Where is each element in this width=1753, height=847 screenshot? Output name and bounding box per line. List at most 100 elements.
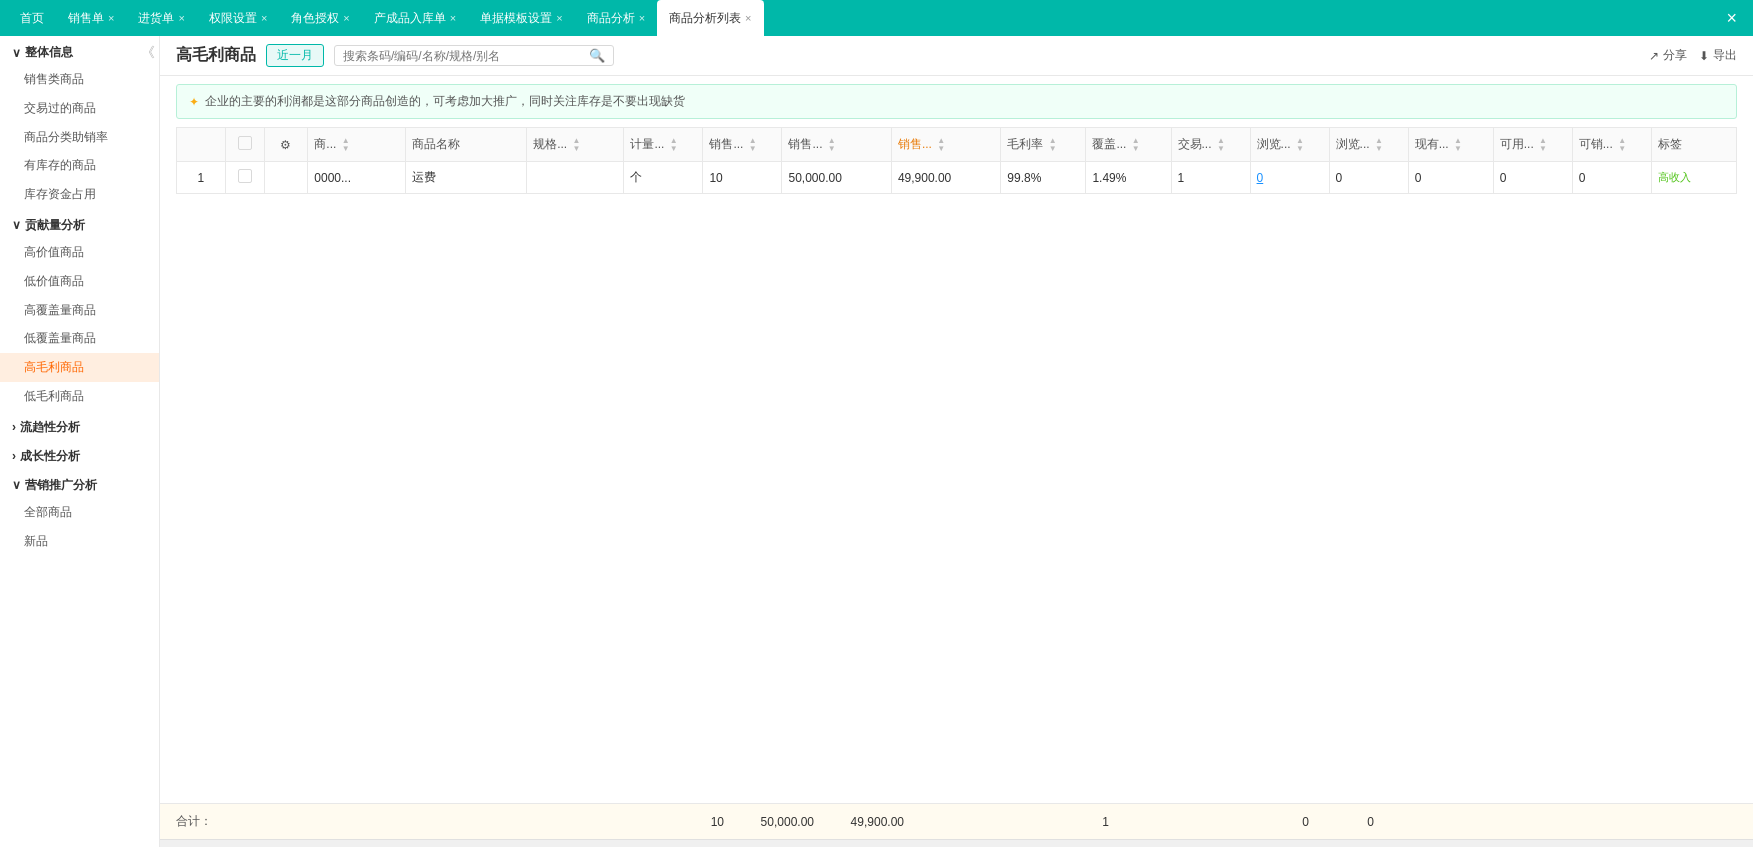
cell-check[interactable] (225, 162, 264, 194)
sidebar-group-marketing[interactable]: ∨ 营销推广分析 (0, 469, 159, 498)
cell-sales-amt: 50,000.00 (782, 162, 891, 194)
footer-code (340, 815, 420, 829)
close-template-tab[interactable]: × (556, 12, 562, 24)
nav-tab-permission[interactable]: 权限设置 × (197, 0, 279, 36)
sort-icon-browse1: ▲▼ (1296, 137, 1304, 153)
sidebar-group-trend[interactable]: › 流趋性分析 (0, 411, 159, 440)
chevron-down-icon-2: ∨ (12, 218, 21, 232)
search-input[interactable] (343, 49, 585, 63)
sort-icon-sales-cost: ▲▼ (937, 137, 945, 153)
col-header-num (177, 128, 226, 162)
nav-tab-goods-analysis[interactable]: 商品分析 × (575, 0, 657, 36)
sidebar-item-low-coverage[interactable]: 低覆盖量商品 (0, 324, 159, 353)
close-permission-tab[interactable]: × (261, 12, 267, 24)
horizontal-scrollbar[interactable] (160, 839, 1753, 847)
sidebar-item-high-margin[interactable]: 高毛利商品 (0, 353, 159, 382)
sidebar-collapse-button[interactable]: 《 (141, 44, 155, 62)
sort-icon-sellable: ▲▼ (1618, 137, 1626, 153)
nav-tab-goods-analysis-list[interactable]: 商品分析列表 × (657, 0, 763, 36)
sidebar-item-all-goods[interactable]: 全部商品 (0, 498, 159, 527)
footer-name (420, 815, 520, 829)
table-row: 1 0000... 运费 个 10 50,000.00 49,900.00 99… (177, 162, 1737, 194)
cell-current: 0 (1408, 162, 1493, 194)
col-header-qty[interactable]: 销售... ▲▼ (703, 128, 782, 162)
cell-browse1[interactable]: 0 (1250, 162, 1329, 194)
sidebar-item-sales-goods[interactable]: 销售类商品 (0, 65, 159, 94)
sidebar-item-low-margin[interactable]: 低毛利商品 (0, 382, 159, 411)
sort-icon-trade: ▲▼ (1217, 137, 1225, 153)
select-all-checkbox[interactable] (238, 136, 252, 150)
nav-tab-home[interactable]: 首页 (8, 0, 56, 36)
footer-gross-rate (910, 815, 980, 829)
sort-icon-cover: ▲▼ (1132, 137, 1140, 153)
sidebar-group-contribution[interactable]: ∨ 贡献量分析 (0, 209, 159, 238)
footer-qty: 10 (665, 815, 730, 829)
search-icon[interactable]: 🔍 (589, 48, 605, 63)
col-header-browse1[interactable]: 浏览... ▲▼ (1250, 128, 1329, 162)
filter-recent-month-button[interactable]: 近一月 (266, 44, 324, 67)
cell-name: 运费 (405, 162, 527, 194)
col-header-current[interactable]: 现有... ▲▼ (1408, 128, 1493, 162)
main-layout: 《 ∨ 整体信息 销售类商品 交易过的商品 商品分类助销率 有库存的商品 库存资… (0, 36, 1753, 847)
col-header-settings[interactable]: ⚙ (264, 128, 308, 162)
top-navigation: 首页 销售单 × 进货单 × 权限设置 × 角色授权 × 产成品入库单 × 单据… (0, 0, 1753, 36)
col-header-sales-cost[interactable]: 销售... ▲▼ (891, 128, 1000, 162)
col-header-browse2[interactable]: 浏览... ▲▼ (1329, 128, 1408, 162)
sidebar-item-stock-capital[interactable]: 库存资金占用 (0, 180, 159, 209)
row-checkbox[interactable] (238, 169, 252, 183)
close-role-tab[interactable]: × (343, 12, 349, 24)
col-header-unit[interactable]: 计量... ▲▼ (624, 128, 703, 162)
sidebar-item-new-goods[interactable]: 新品 (0, 527, 159, 556)
footer-browse1 (1115, 815, 1180, 829)
close-all-button[interactable]: × (1718, 8, 1745, 29)
footer-bar: 合计： 10 50,000.00 49,900.00 1 0 0 (160, 803, 1753, 839)
col-header-trade[interactable]: 交易... ▲▼ (1171, 128, 1250, 162)
share-icon: ↗ (1649, 49, 1659, 63)
col-header-tag[interactable]: 标签 (1651, 128, 1736, 162)
close-goods-analysis-list-tab[interactable]: × (745, 12, 751, 24)
col-header-name[interactable]: 商品名称 (405, 128, 527, 162)
sidebar-group-overview[interactable]: ∨ 整体信息 (0, 36, 159, 65)
close-goods-analysis-tab[interactable]: × (639, 12, 645, 24)
nav-tab-purchase[interactable]: 进货单 × (126, 0, 196, 36)
col-header-spec[interactable]: 规格... ▲▼ (527, 128, 624, 162)
content-header: 高毛利商品 近一月 🔍 ↗ 分享 ⬇ 导出 (160, 36, 1753, 76)
sidebar-item-low-value[interactable]: 低价值商品 (0, 267, 159, 296)
col-header-sellable[interactable]: 可销... ▲▼ (1572, 128, 1651, 162)
sidebar-item-traded-goods[interactable]: 交易过的商品 (0, 94, 159, 123)
col-header-gross-rate[interactable]: 毛利率 ▲▼ (1001, 128, 1086, 162)
nav-tab-role[interactable]: 角色授权 × (279, 0, 361, 36)
footer-spec (520, 815, 600, 829)
sidebar-group-growth[interactable]: › 成长性分析 (0, 440, 159, 469)
chevron-down-icon: ∨ (12, 46, 21, 60)
sidebar-item-high-value[interactable]: 高价值商品 (0, 238, 159, 267)
nav-tab-sales[interactable]: 销售单 × (56, 0, 126, 36)
sidebar-item-in-stock-goods[interactable]: 有库存的商品 (0, 151, 159, 180)
close-purchase-tab[interactable]: × (178, 12, 184, 24)
nav-tab-template[interactable]: 单据模板设置 × (468, 0, 574, 36)
close-sales-tab[interactable]: × (108, 12, 114, 24)
footer-unit (600, 815, 665, 829)
footer-settings (304, 815, 340, 829)
share-button[interactable]: ↗ 分享 (1649, 47, 1687, 64)
export-button[interactable]: ⬇ 导出 (1699, 47, 1737, 64)
cell-gross-rate: 99.8% (1001, 162, 1086, 194)
sidebar-item-high-coverage[interactable]: 高覆盖量商品 (0, 296, 159, 325)
content-area: 高毛利商品 近一月 🔍 ↗ 分享 ⬇ 导出 ✦ 企业的主要的利润都是这部分商品创… (160, 36, 1753, 847)
table-container[interactable]: ⚙ 商... ▲▼ 商品名称 规格... ▲▼ 计 (160, 127, 1753, 803)
nav-tab-product-inbound[interactable]: 产成品入库单 × (362, 0, 468, 36)
page-title: 高毛利商品 (176, 45, 256, 66)
close-product-inbound-tab[interactable]: × (450, 12, 456, 24)
col-header-check[interactable] (225, 128, 264, 162)
footer-sales-amt: 50,000.00 (730, 815, 820, 829)
col-header-avail[interactable]: 可用... ▲▼ (1493, 128, 1572, 162)
col-header-cover[interactable]: 覆盖... ▲▼ (1086, 128, 1171, 162)
sort-icon-avail: ▲▼ (1539, 137, 1547, 153)
col-header-sales-amt[interactable]: 销售... ▲▼ (782, 128, 891, 162)
sidebar-item-goods-category-rate[interactable]: 商品分类助销率 (0, 123, 159, 152)
sort-icon-qty: ▲▼ (749, 137, 757, 153)
cell-avail: 0 (1493, 162, 1572, 194)
col-header-code[interactable]: 商... ▲▼ (308, 128, 405, 162)
cell-cover: 1.49% (1086, 162, 1171, 194)
table-header-row: ⚙ 商... ▲▼ 商品名称 规格... ▲▼ 计 (177, 128, 1737, 162)
